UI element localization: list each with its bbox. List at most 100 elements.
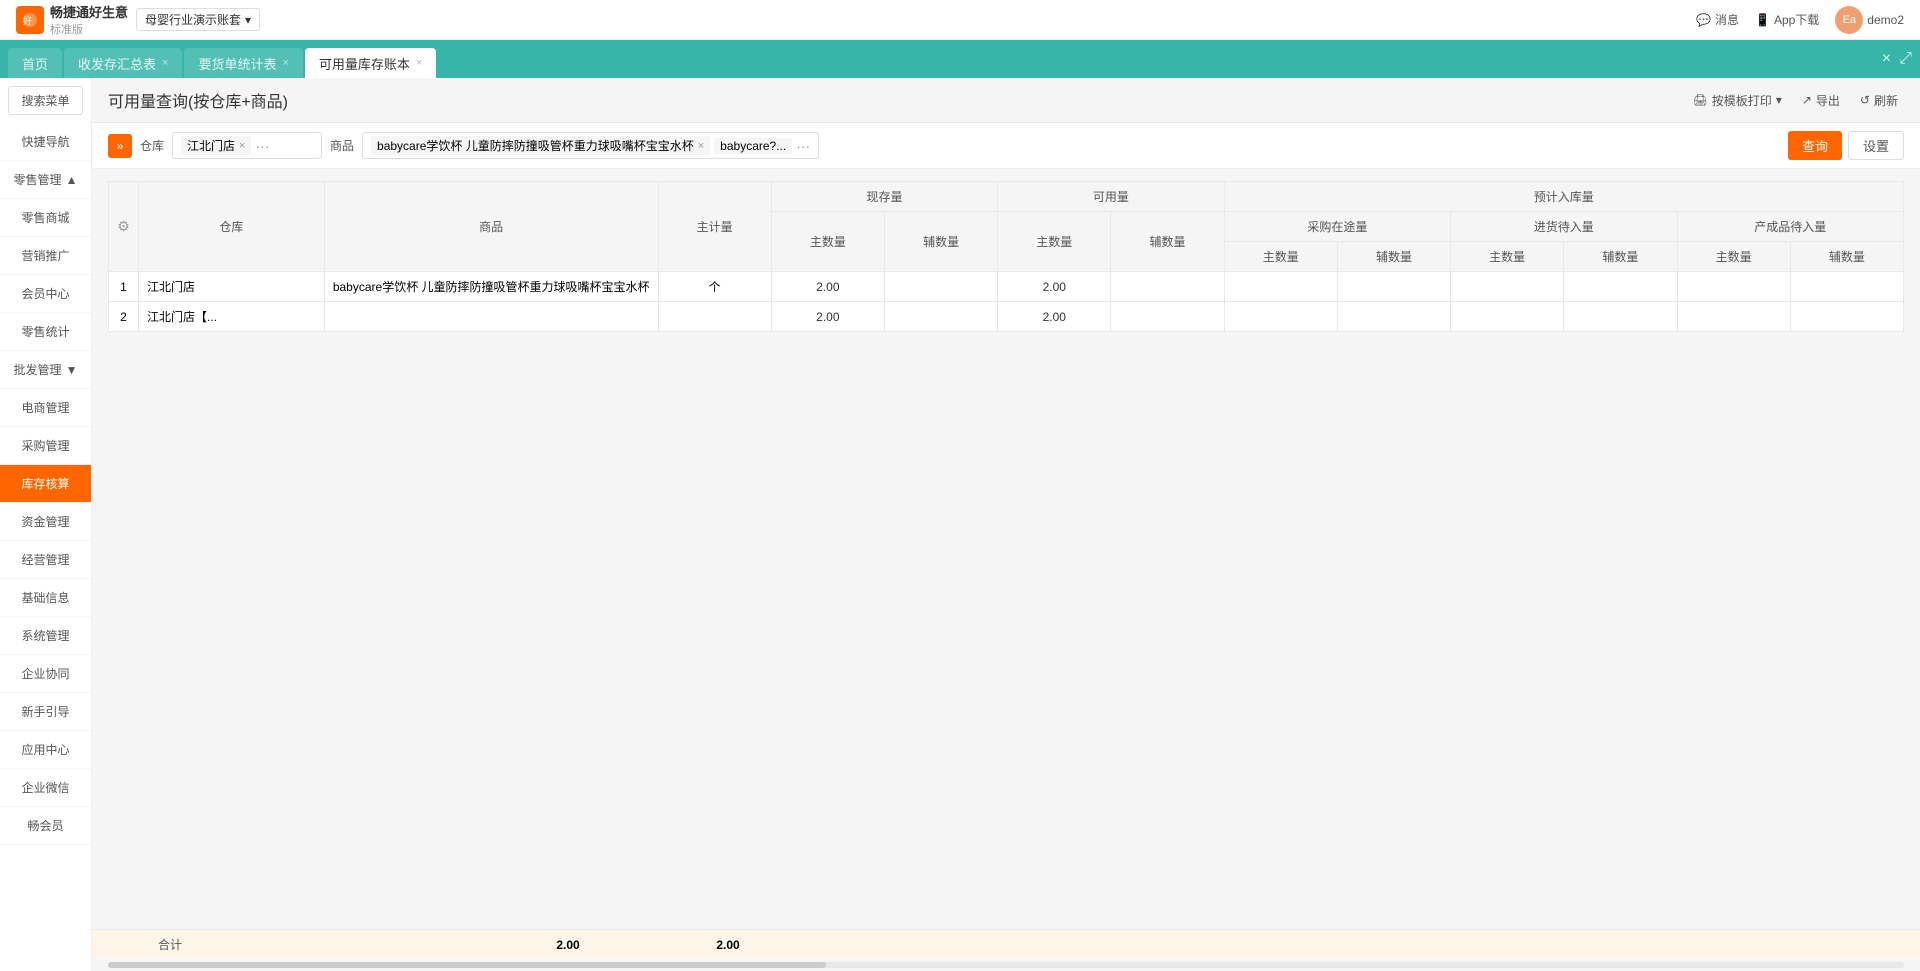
filter-bar: » 仓库 江北门店 × ··· 商品 babycare学饮杯 儿童防摔防撞吸管杯…: [92, 123, 1920, 169]
app-center-label: 应用中心: [21, 741, 69, 758]
row-product-main: [1677, 272, 1790, 302]
tab-receive[interactable]: 收发存汇总表 ×: [64, 48, 182, 78]
table-row: 2 江北门店【... 2.00 2.00: [109, 302, 1904, 332]
sidebar-item-retail-stats[interactable]: 零售统计: [0, 313, 91, 351]
sidebar-item-wholesale[interactable]: 批发管理 ▼: [0, 351, 91, 389]
warehouse-dots[interactable]: ···: [255, 138, 269, 154]
filter-expand-btn[interactable]: »: [108, 134, 132, 158]
scrollbar-thumb[interactable]: [108, 962, 826, 968]
incoming-aux-header: 辅数量: [1564, 242, 1677, 272]
brand-sub: 标准版: [50, 21, 128, 37]
row-incoming-aux: [1564, 302, 1677, 332]
tab-inventory-close[interactable]: ×: [416, 57, 422, 69]
query-btn[interactable]: 查询: [1788, 131, 1842, 160]
quick-nav-label: 快捷导航: [21, 133, 69, 150]
print-btn[interactable]: 🖨 按模板打印 ▾: [1687, 89, 1788, 112]
avail-main-header: 主数量: [998, 212, 1111, 272]
sidebar: 搜索菜单 快捷导航 零售管理 ▲ 零售商城 营销推广 会员中心 零售统计 批发管…: [0, 78, 92, 971]
row-avail-main: 2.00: [998, 302, 1111, 332]
top-bar: 好 畅捷通好生意 标准版 母婴行业演示账套 ▾ 💬 消息 📱 App下载 Ea …: [0, 0, 1920, 40]
wholesale-label: 批发管理: [14, 361, 62, 378]
tab-receive-label: 收发存汇总表: [78, 54, 156, 73]
sidebar-item-member[interactable]: 会员中心: [0, 275, 91, 313]
sidebar-item-operations[interactable]: 经营管理: [0, 541, 91, 579]
row-unit: [658, 302, 771, 332]
tab-home[interactable]: 首页: [8, 48, 62, 78]
maximize-icon[interactable]: ⤢: [1899, 50, 1912, 68]
product-tag2: babycare?...: [714, 138, 792, 154]
stock-aux-header: 辅数量: [884, 212, 997, 272]
sidebar-item-ecommerce[interactable]: 电商管理: [0, 389, 91, 427]
row-avail-aux: [1111, 272, 1224, 302]
tab-order-close[interactable]: ×: [282, 57, 288, 69]
row-purchase-aux: [1337, 272, 1450, 302]
row-avail-aux: [1111, 302, 1224, 332]
purchase-sub-header: 采购在途量: [1224, 212, 1450, 242]
sidebar-item-member2[interactable]: 畅会员: [0, 807, 91, 845]
product-tag2-value: babycare?...: [720, 139, 786, 153]
ecommerce-label: 电商管理: [21, 399, 69, 416]
avatar-initials: Ea: [1843, 14, 1856, 26]
sidebar-item-marketing[interactable]: 营销推广: [0, 237, 91, 275]
sidebar-item-collaboration[interactable]: 企业协同: [0, 655, 91, 693]
row-purchase-aux: [1337, 302, 1450, 332]
export-btn[interactable]: ↗ 导出: [1796, 89, 1846, 112]
operations-label: 经营管理: [21, 551, 69, 568]
sidebar-quick-nav[interactable]: 快捷导航: [0, 123, 91, 161]
sidebar-item-app-center[interactable]: 应用中心: [0, 731, 91, 769]
brand-info: 畅捷通好生意 标准版: [50, 2, 128, 37]
forecast-group-header: 预计入库量: [1224, 182, 1903, 212]
incoming-main-header: 主数量: [1451, 242, 1564, 272]
tab-inventory[interactable]: 可用量库存账本 ×: [305, 48, 436, 78]
sidebar-item-basic-info[interactable]: 基础信息: [0, 579, 91, 617]
row-warehouse: 江北门店【...: [139, 302, 325, 332]
arrow-down-icon: ▼: [66, 363, 78, 377]
sidebar-search-btn[interactable]: 搜索菜单: [8, 86, 83, 115]
product-filter[interactable]: babycare学饮杯 儿童防摔防撞吸管杯重力球吸嘴杯宝宝水杯 × babyca…: [362, 132, 819, 159]
app-download-btn[interactable]: 📱 App下载: [1755, 11, 1819, 28]
svg-text:好: 好: [23, 15, 32, 26]
row-product-main: [1677, 302, 1790, 332]
sidebar-item-wechat[interactable]: 企业微信: [0, 769, 91, 807]
user-area[interactable]: Ea demo2: [1835, 6, 1904, 34]
message-btn[interactable]: 💬 消息: [1696, 11, 1739, 28]
product-tag-remove[interactable]: ×: [698, 140, 704, 152]
content-area: 可用量查询(按仓库+商品) 🖨 按模板打印 ▾ ↗ 导出 ↺ 刷新: [92, 78, 1920, 971]
sidebar-item-online-store[interactable]: 零售商城: [0, 199, 91, 237]
unit-col-header: 主计量: [658, 182, 771, 272]
sidebar-item-inventory[interactable]: 库存核算: [0, 465, 91, 503]
collaboration-label: 企业协同: [21, 665, 69, 682]
sidebar-item-retail-mgmt[interactable]: 零售管理 ▲: [0, 161, 91, 199]
template-selector[interactable]: 母婴行业演示账套 ▾: [136, 8, 260, 31]
sidebar-item-finance[interactable]: 资金管理: [0, 503, 91, 541]
row-incoming-aux: [1564, 272, 1677, 302]
sidebar-item-system[interactable]: 系统管理: [0, 617, 91, 655]
sidebar-search-area: 搜索菜单: [0, 78, 91, 123]
incoming-sub-header: 进货待入量: [1451, 212, 1677, 242]
settings-btn[interactable]: 设置: [1848, 131, 1904, 160]
row-avail-main: 2.00: [998, 272, 1111, 302]
purchase-label: 采购管理: [21, 437, 69, 454]
sidebar-item-purchase[interactable]: 采购管理: [0, 427, 91, 465]
close-window-icon[interactable]: ×: [1882, 50, 1891, 68]
tab-receive-close[interactable]: ×: [162, 57, 168, 69]
product-dots[interactable]: ···: [796, 138, 810, 154]
refresh-btn[interactable]: ↺ 刷新: [1854, 89, 1904, 112]
table-row: 1 江北门店 babycare学饮杯 儿童防摔防撞吸管杯重力球吸嘴杯宝宝水杯 个…: [109, 272, 1904, 302]
row-product: [324, 302, 658, 332]
warehouse-filter[interactable]: 江北门店 × ···: [172, 132, 322, 159]
row-stock-main: 2.00: [771, 272, 884, 302]
tab-order[interactable]: 要货单统计表 ×: [184, 48, 302, 78]
table-footer: 合计 2.00 2.00: [92, 929, 1920, 959]
online-store-label: 零售商城: [21, 209, 69, 226]
warehouse-tag-remove[interactable]: ×: [239, 140, 245, 152]
warehouse-label: 仓库: [140, 137, 164, 154]
column-settings-icon[interactable]: ⚙: [117, 218, 130, 234]
row-index: 2: [109, 302, 139, 332]
product-col-header: 商品: [324, 182, 658, 272]
export-icon: ↗: [1802, 93, 1812, 107]
page-title: 可用量查询(按仓库+商品): [108, 88, 288, 112]
sidebar-item-guide[interactable]: 新手引导: [0, 693, 91, 731]
guide-label: 新手引导: [21, 703, 69, 720]
row-stock-main: 2.00: [771, 302, 884, 332]
